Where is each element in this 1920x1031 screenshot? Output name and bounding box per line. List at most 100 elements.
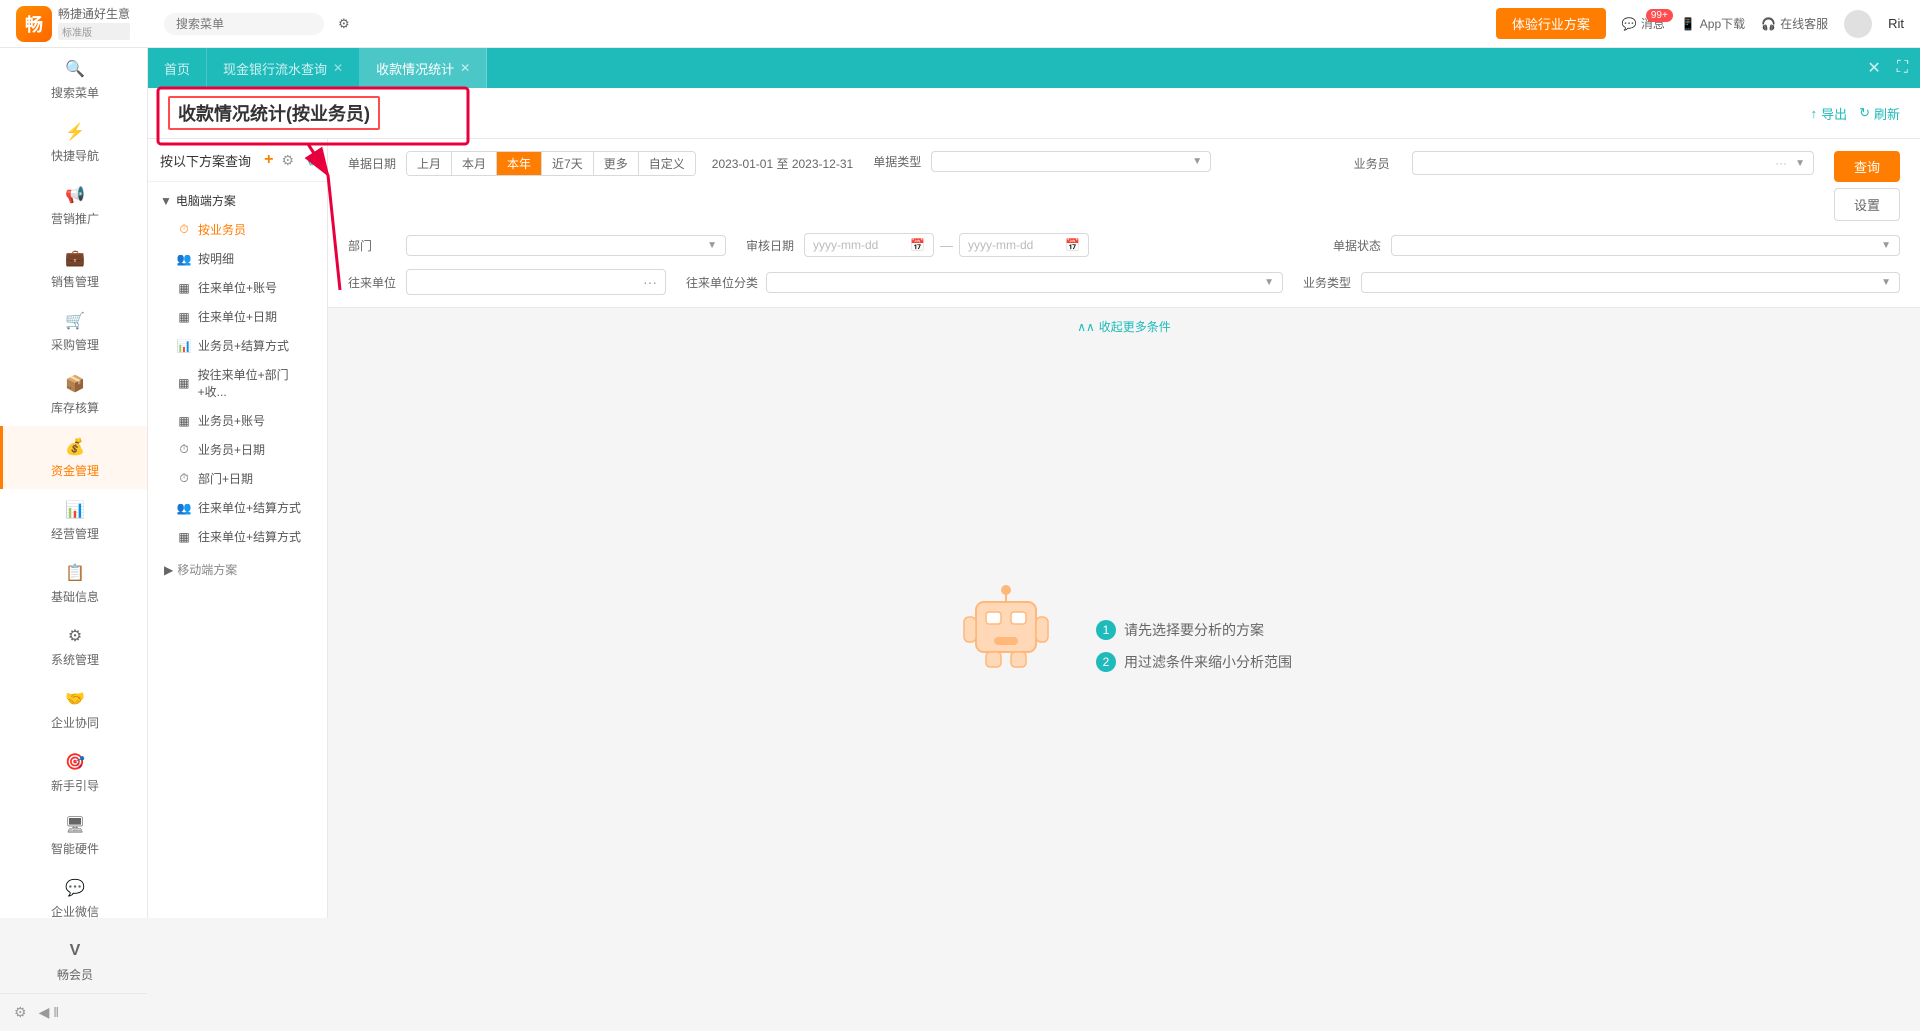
tree-group-mobile[interactable]: ▶ 移动端方案 <box>148 555 327 584</box>
partner-label: 往来单位 <box>348 274 398 291</box>
tab-collection-close[interactable]: ✕ <box>460 61 470 75</box>
tree-item-partner-account[interactable]: ▦ 往来单位+账号 <box>148 273 327 302</box>
sidebar-item-marketing[interactable]: 📢 营销推广 <box>0 174 147 237</box>
sidebar-item-finance[interactable]: 💰 资金管理 <box>0 426 147 489</box>
sidebar-item-basic[interactable]: 📋 基础信息 <box>0 552 147 615</box>
scheme-icon-partner-account: ▦ <box>176 280 192 296</box>
date-tab-this-month[interactable]: 本月 <box>452 152 497 175</box>
tree-item-dept-date[interactable]: ⏱ 部门+日期 <box>148 464 327 493</box>
date-tabs: 上月 本月 本年 近7天 更多 自定义 <box>406 151 696 176</box>
user-avatar[interactable] <box>1844 10 1872 38</box>
sidebar-settings-btn[interactable]: ⚙ <box>12 1002 29 1023</box>
data-area: 1 请先选择要分析的方案 2 用过滤条件来缩小分析范围 <box>328 345 1920 918</box>
online-service-item[interactable]: 🎧 在线客服 <box>1761 15 1828 32</box>
scheme-icon-partner-settle2: ▦ <box>176 529 192 545</box>
scheme-icon-salesperson-acc: ▦ <box>176 413 192 429</box>
more-dots: ··· <box>1775 156 1787 170</box>
tab-bank[interactable]: 现金银行流水查询 ✕ <box>207 48 360 88</box>
tree-item-partner-settle2[interactable]: ▦ 往来单位+结算方式 <box>148 522 327 551</box>
tree-item-partner-settle1-label: 往来单位+结算方式 <box>198 499 301 516</box>
tab-home[interactable]: 首页 <box>148 48 207 88</box>
scheme-settings-btn[interactable]: ⚙ <box>279 149 296 171</box>
partner-category-select[interactable]: ▼ <box>766 272 1283 293</box>
tree-group-desktop[interactable]: ▼ 电脑端方案 <box>148 186 327 215</box>
sidebar-label-finance: 资金管理 <box>51 462 99 479</box>
sidebar-item-inventory[interactable]: 📦 库存核算 <box>0 363 147 426</box>
collapse-row[interactable]: ∧∧ 收起更多条件 <box>328 308 1920 345</box>
date-tab-more[interactable]: 更多 <box>594 152 639 175</box>
page-header: 收款情况统计(按业务员) ↑ 导出 ↻ 刷新 <box>148 88 1920 139</box>
tree-item-dept-date-label: 部门+日期 <box>198 470 253 487</box>
refresh-button[interactable]: ↻ 刷新 <box>1859 104 1900 123</box>
page-actions: ↑ 导出 ↻ 刷新 <box>1811 104 1900 123</box>
partner-select[interactable]: ··· <box>406 269 666 295</box>
tree-item-salesperson-settlement-label: 业务员+结算方式 <box>198 337 289 354</box>
business-type-select[interactable]: ▼ <box>1361 272 1900 293</box>
sidebar-item-guide[interactable]: 🎯 新手引导 <box>0 741 147 804</box>
finance-icon: 💰 <box>64 436 86 458</box>
tree-item-by-salesperson[interactable]: ⏱ 按业务员 <box>148 215 327 244</box>
sidebar-item-operation[interactable]: 📊 经营管理 <box>0 489 147 552</box>
sidebar-item-shortcut[interactable]: ⚡ 快捷导航 <box>0 111 147 174</box>
sidebar-item-system[interactable]: ⚙ 系统管理 <box>0 615 147 678</box>
review-date-end[interactable]: yyyy-mm-dd 📅 <box>959 233 1089 257</box>
export-button[interactable]: ↑ 导出 <box>1811 104 1848 123</box>
tree-item-partner-dept[interactable]: ▦ 按往来单位+部门+收... <box>148 360 327 406</box>
panel-collapse-btn[interactable]: 《 <box>300 149 315 171</box>
tree-item-detail-label: 按明细 <box>198 250 234 267</box>
nav-settings[interactable]: ⚙ <box>328 8 360 40</box>
date-tab-custom[interactable]: 自定义 <box>639 152 695 175</box>
app-download-item[interactable]: 📱 App下载 <box>1681 15 1745 32</box>
tree-item-salesperson-account[interactable]: ▦ 业务员+账号 <box>148 406 327 435</box>
dept-select[interactable]: ▼ <box>406 235 726 256</box>
left-panel-actions: + ⚙ 《 <box>262 149 315 171</box>
partner-more-btn[interactable]: ··· <box>643 274 657 290</box>
trial-button[interactable]: 体验行业方案 <box>1496 8 1606 39</box>
tree-item-salesperson-date-label: 业务员+日期 <box>198 441 265 458</box>
guide-icon: 🎯 <box>64 751 86 773</box>
date-tab-7days[interactable]: 近7天 <box>542 152 594 175</box>
sidebar-item-cooperation[interactable]: 🤝 企业协同 <box>0 678 147 741</box>
review-date-start[interactable]: yyyy-mm-dd 📅 <box>804 233 934 257</box>
logo-text: 畅捷通好生意 <box>58 7 130 23</box>
notification-item[interactable]: 💬 消息 99+ <box>1622 15 1665 32</box>
sidebar-item-wechat[interactable]: 💬 企业微信 <box>0 867 147 930</box>
sidebar-item-search[interactable]: 🔍 搜索菜单 <box>0 48 147 111</box>
sidebar-label-purchase: 采购管理 <box>51 336 99 353</box>
sidebar-label-guide: 新手引导 <box>51 777 99 794</box>
salesperson-select[interactable]: ··· ▼ <box>1412 151 1814 175</box>
cooperation-icon: 🤝 <box>64 688 86 710</box>
sidebar-item-member[interactable]: V 畅会员 <box>0 930 147 993</box>
query-button[interactable]: 查询 <box>1834 151 1900 182</box>
scheme-icon-dept-date: ⏱ <box>176 471 192 487</box>
sidebar-item-purchase[interactable]: 🛒 采购管理 <box>0 300 147 363</box>
tree-item-salesperson-date[interactable]: ⏱ 业务员+日期 <box>148 435 327 464</box>
robot-area: 1 请先选择要分析的方案 2 用过滤条件来缩小分析范围 <box>956 572 1292 672</box>
tree-item-salesperson-settlement[interactable]: 📊 业务员+结算方式 <box>148 331 327 360</box>
tab-bank-label: 现金银行流水查询 <box>223 59 327 78</box>
search-input[interactable] <box>164 13 324 35</box>
scheme-icon-detail: 👥 <box>176 251 192 267</box>
tab-bank-close[interactable]: ✕ <box>333 61 343 75</box>
date-tab-last-month[interactable]: 上月 <box>407 152 452 175</box>
date-tab-this-year[interactable]: 本年 <box>497 152 542 175</box>
sidebar-item-sales[interactable]: 💼 销售管理 <box>0 237 147 300</box>
tree-item-by-detail[interactable]: 👥 按明细 <box>148 244 327 273</box>
collapse-arrow-icon: ∧∧ <box>1077 320 1095 334</box>
tree-item-partner-settle1[interactable]: 👥 往来单位+结算方式 <box>148 493 327 522</box>
collapse-button[interactable]: ∧∧ 收起更多条件 <box>1077 318 1171 335</box>
refresh-label: 刷新 <box>1874 104 1900 123</box>
add-scheme-btn[interactable]: + <box>262 149 275 171</box>
sidebar-label-system: 系统管理 <box>51 651 99 668</box>
settings-button[interactable]: 设置 <box>1834 188 1900 221</box>
left-panel-title: 按以下方案查询 <box>160 151 256 170</box>
sidebar-collapse-btn[interactable]: ◀ ‖ <box>37 1002 61 1023</box>
tab-home-label: 首页 <box>164 59 190 78</box>
sidebar-item-hardware[interactable]: 🖥 智能硬件 <box>0 804 147 867</box>
tree-item-partner-date[interactable]: ▦ 往来单位+日期 <box>148 302 327 331</box>
doc-status-select[interactable]: ▼ <box>1391 235 1900 256</box>
tab-maximize-btn[interactable]: ⛶ <box>1893 55 1912 81</box>
doc-type-select[interactable]: ▼ <box>931 151 1211 172</box>
tab-close-all-btn[interactable]: ✕ <box>1863 54 1884 82</box>
tab-collection[interactable]: 收款情况统计 ✕ <box>360 48 487 88</box>
